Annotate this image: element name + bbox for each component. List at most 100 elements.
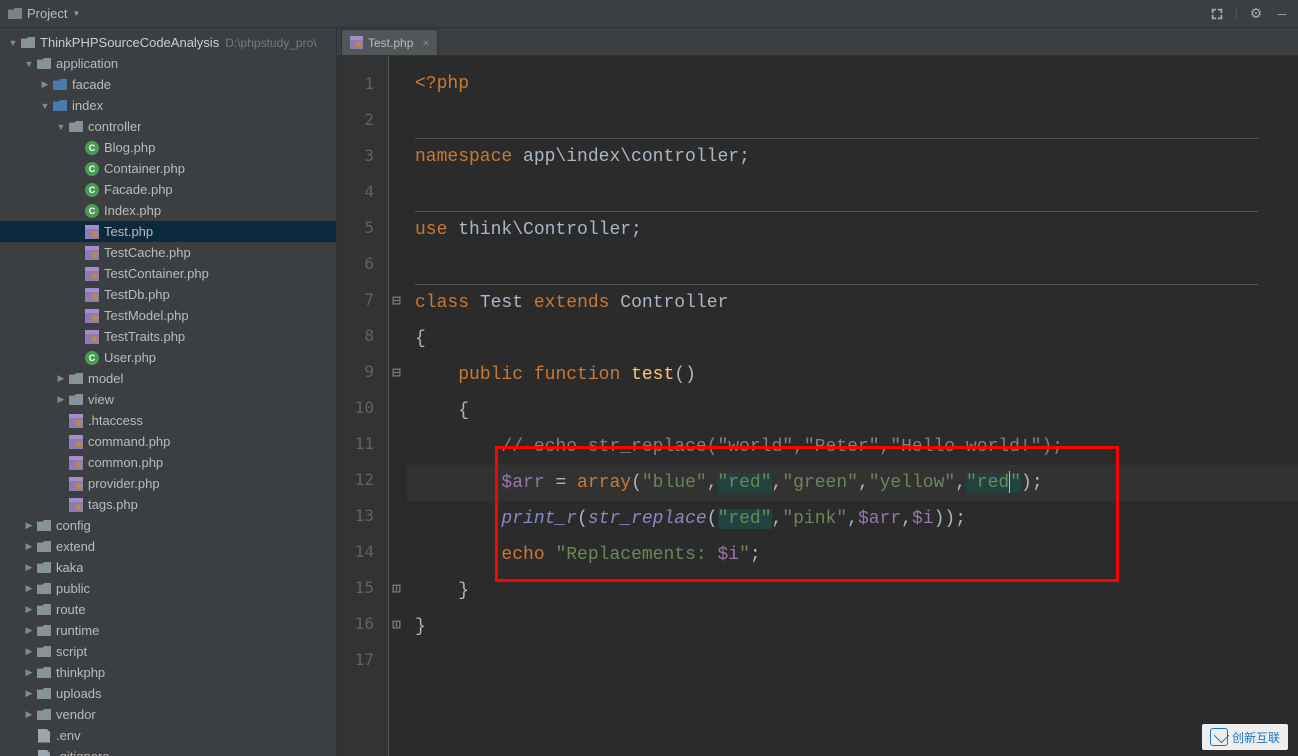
- tree-item--htaccess[interactable]: .htaccess: [0, 410, 336, 431]
- tree-item-facade-php[interactable]: CFacade.php: [0, 179, 336, 200]
- php-class-icon: C: [85, 204, 99, 218]
- tree-label: command.php: [88, 434, 170, 449]
- tree-item-blog-php[interactable]: CBlog.php: [0, 137, 336, 158]
- folder-icon: [37, 709, 51, 720]
- folder-icon: [53, 100, 67, 111]
- code-line[interactable]: [407, 645, 1298, 681]
- folder-icon: [69, 121, 83, 132]
- project-dropdown[interactable]: Project ▼: [8, 6, 80, 21]
- tree-label: common.php: [88, 455, 163, 470]
- tree-item-view[interactable]: ▶view: [0, 389, 336, 410]
- tree-item-test-php[interactable]: Test.php: [0, 221, 336, 242]
- code-line[interactable]: <?php: [407, 66, 1298, 102]
- tree-label: Test.php: [104, 224, 153, 239]
- tree-label: tags.php: [88, 497, 138, 512]
- close-icon[interactable]: ×: [418, 36, 429, 50]
- main-area: ▼ ThinkPHPSourceCodeAnalysis D:\phpstudy…: [0, 28, 1298, 756]
- tree-item-facade[interactable]: ▶ facade: [0, 74, 336, 95]
- tree-item-user-php[interactable]: CUser.php: [0, 347, 336, 368]
- tab-test-php[interactable]: Test.php ×: [341, 29, 438, 55]
- chevron-down-icon[interactable]: ▼: [6, 38, 20, 48]
- code-content[interactable]: <?php namespace app\index\controller; use …: [403, 56, 1298, 756]
- tree-root[interactable]: ▼ ThinkPHPSourceCodeAnalysis D:\phpstudy…: [0, 32, 336, 53]
- tree-item-kaka[interactable]: ▶ kaka: [0, 557, 336, 578]
- chevron-down-icon[interactable]: ▼: [22, 59, 36, 69]
- chevron-right-icon[interactable]: ▶: [22, 625, 36, 636]
- code-line[interactable]: use think\Controller;: [407, 212, 1298, 248]
- tree-item-command-php[interactable]: command.php: [0, 431, 336, 452]
- code-line[interactable]: [407, 175, 1298, 211]
- code-line[interactable]: namespace app\index\controller;: [407, 139, 1298, 175]
- tree-item-thinkphp[interactable]: ▶ thinkphp: [0, 662, 336, 683]
- tree-item-common-php[interactable]: common.php: [0, 452, 336, 473]
- chevron-right-icon[interactable]: ▶: [22, 709, 36, 720]
- tree-item-testdb-php[interactable]: TestDb.php: [0, 284, 336, 305]
- tree-item-testcache-php[interactable]: TestCache.php: [0, 242, 336, 263]
- tree-item-config[interactable]: ▶config: [0, 515, 336, 536]
- editor-tabs: Test.php ×: [337, 28, 1298, 56]
- tree-label: thinkphp: [56, 665, 105, 680]
- code-line[interactable]: $arr = array("blue","red","green","yello…: [407, 465, 1298, 501]
- tree-item--gitignore[interactable]: .gitignore: [0, 746, 336, 756]
- tree-item-provider-php[interactable]: provider.php: [0, 473, 336, 494]
- tree-item-testcontainer-php[interactable]: TestContainer.php: [0, 263, 336, 284]
- tree-item-testmodel-php[interactable]: TestModel.php: [0, 305, 336, 326]
- chevron-right-icon[interactable]: ▶: [22, 583, 36, 594]
- code-line[interactable]: {: [407, 393, 1298, 429]
- tree-item-extend[interactable]: ▶extend: [0, 536, 336, 557]
- tree-item-container-php[interactable]: CContainer.php: [0, 158, 336, 179]
- chevron-right-icon[interactable]: ▶: [22, 667, 36, 678]
- hide-icon[interactable]: ─: [1274, 6, 1290, 22]
- project-label: Project: [27, 6, 67, 21]
- tree-item-application[interactable]: ▼ application: [0, 53, 336, 74]
- chevron-down-icon: ▼: [72, 9, 80, 18]
- code-line[interactable]: [407, 102, 1298, 138]
- tree-label: route: [56, 602, 86, 617]
- code-line[interactable]: }: [407, 573, 1298, 609]
- tree-label: Container.php: [104, 161, 185, 176]
- code-area[interactable]: 1234567891011121314151617 <?phpnamespace…: [337, 56, 1298, 756]
- collapse-icon[interactable]: [1209, 6, 1225, 22]
- chevron-right-icon[interactable]: ▶: [22, 520, 36, 531]
- code-line[interactable]: [407, 248, 1298, 284]
- chevron-right-icon[interactable]: ▶: [22, 562, 36, 573]
- tree-item-public[interactable]: ▶public: [0, 578, 336, 599]
- code-line[interactable]: public function test(): [407, 357, 1298, 393]
- tree-item-script[interactable]: ▶script: [0, 641, 336, 662]
- tree-item-model[interactable]: ▶model: [0, 368, 336, 389]
- tree-item-runtime[interactable]: ▶runtime: [0, 620, 336, 641]
- chevron-right-icon[interactable]: ▶: [54, 394, 68, 405]
- tree-item-controller[interactable]: ▼controller: [0, 116, 336, 137]
- chevron-right-icon[interactable]: ▶: [54, 373, 68, 384]
- code-line[interactable]: print_r(str_replace("red","pink",$arr,$i…: [407, 501, 1298, 537]
- chevron-right-icon[interactable]: ▶: [38, 79, 52, 90]
- chevron-right-icon[interactable]: ▶: [22, 604, 36, 615]
- chevron-down-icon[interactable]: ▼: [38, 101, 52, 111]
- project-tree[interactable]: ▼ ThinkPHPSourceCodeAnalysis D:\phpstudy…: [0, 28, 337, 756]
- code-line[interactable]: class Test extends Controller: [407, 285, 1298, 321]
- editor-panel: Test.php × 1234567891011121314151617 <?p…: [337, 28, 1298, 756]
- gear-icon[interactable]: ⚙: [1248, 6, 1264, 22]
- code-line[interactable]: {: [407, 321, 1298, 357]
- folder-icon: [37, 541, 51, 552]
- chevron-down-icon[interactable]: ▼: [54, 122, 68, 132]
- code-line[interactable]: echo "Replacements: $i";: [407, 537, 1298, 573]
- tree-item-index-php[interactable]: CIndex.php: [0, 200, 336, 221]
- code-line[interactable]: // echo str_replace("world","Peter","Hel…: [407, 429, 1298, 465]
- tree-item-index[interactable]: ▼index: [0, 95, 336, 116]
- tree-item-testtraits-php[interactable]: TestTraits.php: [0, 326, 336, 347]
- tree-item-route[interactable]: ▶ route: [0, 599, 336, 620]
- code-line[interactable]: }: [407, 609, 1298, 645]
- tree-item-vendor[interactable]: ▶vendor: [0, 704, 336, 725]
- tree-label: kaka: [56, 560, 83, 575]
- chevron-right-icon[interactable]: ▶: [22, 688, 36, 699]
- tree-item--env[interactable]: .env: [0, 725, 336, 746]
- tree-item-tags-php[interactable]: tags.php: [0, 494, 336, 515]
- php-file-icon: [350, 36, 363, 49]
- chevron-right-icon[interactable]: ▶: [22, 646, 36, 657]
- root-path: D:\phpstudy_pro\: [225, 36, 316, 50]
- chevron-right-icon[interactable]: ▶: [22, 541, 36, 552]
- tree-label: application: [56, 56, 118, 71]
- tree-item-uploads[interactable]: ▶uploads: [0, 683, 336, 704]
- tree-label: facade: [72, 77, 111, 92]
